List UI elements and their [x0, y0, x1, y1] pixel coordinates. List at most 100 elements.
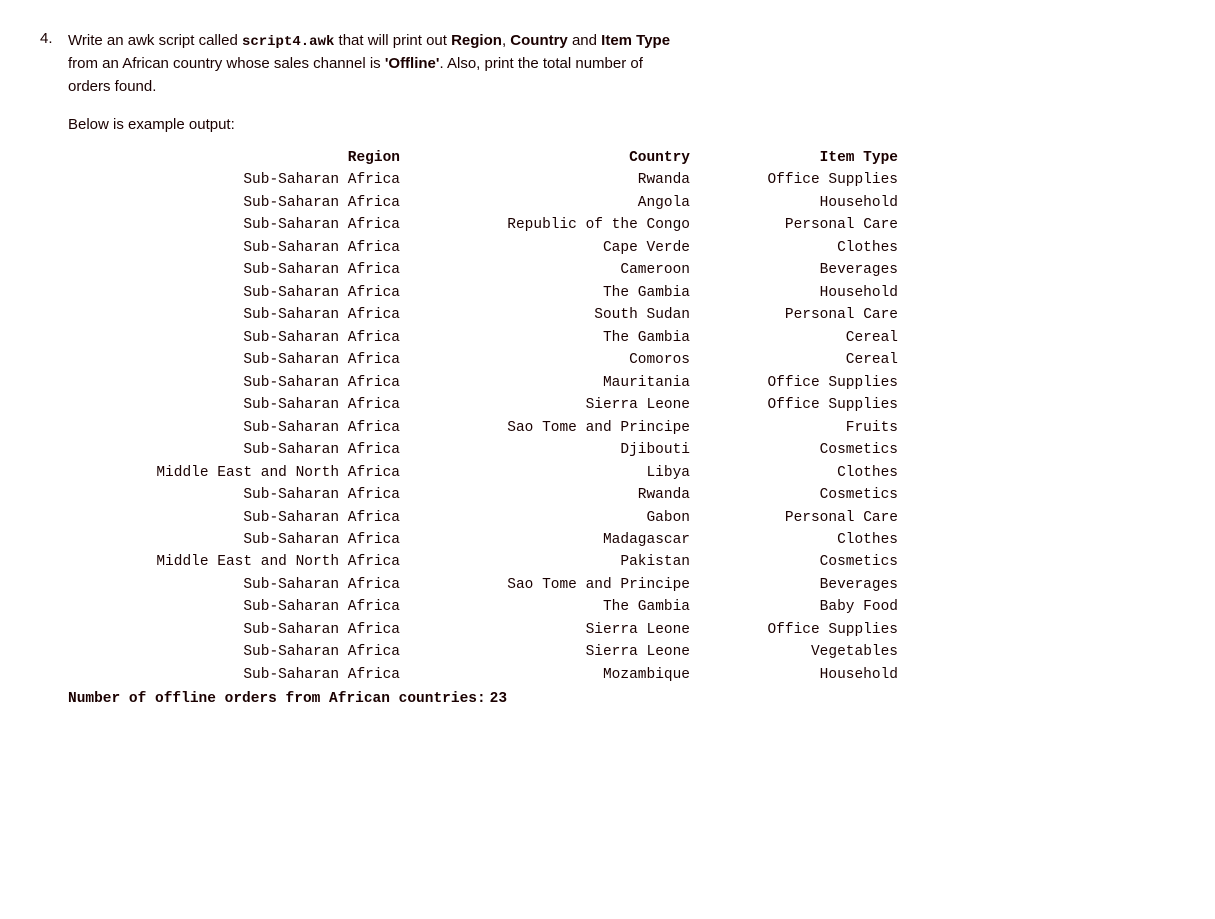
header-region: Region: [68, 147, 408, 169]
cell-region: Sub-Saharan Africa: [68, 417, 408, 439]
table-row: Sub-Saharan AfricaMozambiqueHousehold: [68, 664, 1175, 686]
cell-region: Sub-Saharan Africa: [68, 596, 408, 618]
cell-region: Middle East and North Africa: [68, 551, 408, 573]
cell-country: Cameroon: [408, 259, 698, 281]
cell-region: Sub-Saharan Africa: [68, 507, 408, 529]
cell-item-type: Household: [698, 282, 898, 304]
cell-country: The Gambia: [408, 596, 698, 618]
cell-item-type: Cosmetics: [698, 551, 898, 573]
cell-item-type: Cosmetics: [698, 439, 898, 461]
table-row: Sub-Saharan AfricaMadagascarClothes: [68, 529, 1175, 551]
header-country: Country: [408, 147, 698, 169]
table-row: Sub-Saharan AfricaRepublic of the CongoP…: [68, 214, 1175, 236]
table-row: Sub-Saharan AfricaComorosCereal: [68, 349, 1175, 371]
table-row: Sub-Saharan AfricaRwandaCosmetics: [68, 484, 1175, 506]
cell-region: Sub-Saharan Africa: [68, 192, 408, 214]
cell-region: Sub-Saharan Africa: [68, 349, 408, 371]
cell-region: Sub-Saharan Africa: [68, 664, 408, 686]
cell-country: Madagascar: [408, 529, 698, 551]
cell-item-type: Beverages: [698, 574, 898, 596]
question-number: 4.: [40, 30, 68, 47]
header-item-type: Item Type: [698, 147, 898, 169]
cell-item-type: Cereal: [698, 327, 898, 349]
cell-region: Sub-Saharan Africa: [68, 259, 408, 281]
cell-region: Sub-Saharan Africa: [68, 439, 408, 461]
cell-item-type: Office Supplies: [698, 169, 898, 191]
cell-item-type: Fruits: [698, 417, 898, 439]
table-row: Sub-Saharan AfricaCape VerdeClothes: [68, 237, 1175, 259]
question-block: 4. Write an awk script called script4.aw…: [40, 30, 1175, 711]
data-rows-container: Sub-Saharan AfricaRwandaOffice SuppliesS…: [68, 169, 1175, 686]
cell-country: Djibouti: [408, 439, 698, 461]
cell-region: Sub-Saharan Africa: [68, 641, 408, 663]
question-header: 4. Write an awk script called script4.aw…: [40, 30, 1175, 98]
cell-item-type: Personal Care: [698, 507, 898, 529]
cell-item-type: Clothes: [698, 529, 898, 551]
cell-item-type: Baby Food: [698, 596, 898, 618]
summary-row: Number of offline orders from African co…: [68, 688, 1175, 710]
cell-item-type: Household: [698, 664, 898, 686]
cell-item-type: Vegetables: [698, 641, 898, 663]
cell-country: Rwanda: [408, 484, 698, 506]
summary-count: 23: [490, 688, 507, 710]
cell-region: Sub-Saharan Africa: [68, 574, 408, 596]
cell-region: Sub-Saharan Africa: [68, 484, 408, 506]
cell-country: Pakistan: [408, 551, 698, 573]
table-row: Middle East and North AfricaPakistanCosm…: [68, 551, 1175, 573]
table-row: Sub-Saharan AfricaThe GambiaHousehold: [68, 282, 1175, 304]
cell-item-type: Household: [698, 192, 898, 214]
bold-offline: 'Offline': [385, 55, 440, 72]
cell-item-type: Personal Care: [698, 304, 898, 326]
cell-country: Mauritania: [408, 372, 698, 394]
table-row: Sub-Saharan AfricaThe GambiaCereal: [68, 327, 1175, 349]
cell-region: Sub-Saharan Africa: [68, 394, 408, 416]
bold-country: Country: [510, 32, 568, 49]
cell-country: Sao Tome and Principe: [408, 574, 698, 596]
cell-country: Sao Tome and Principe: [408, 417, 698, 439]
table-header: Region Country Item Type: [68, 147, 1175, 169]
cell-country: Gabon: [408, 507, 698, 529]
example-label: Below is example output:: [68, 116, 1175, 133]
table-row: Sub-Saharan AfricaThe GambiaBaby Food: [68, 596, 1175, 618]
table-row: Sub-Saharan AfricaSierra LeoneVegetables: [68, 641, 1175, 663]
cell-country: The Gambia: [408, 282, 698, 304]
cell-country: The Gambia: [408, 327, 698, 349]
table-row: Sub-Saharan AfricaRwandaOffice Supplies: [68, 169, 1175, 191]
cell-region: Sub-Saharan Africa: [68, 169, 408, 191]
cell-country: Rwanda: [408, 169, 698, 191]
cell-region: Sub-Saharan Africa: [68, 327, 408, 349]
output-table: Region Country Item Type Sub-Saharan Afr…: [68, 147, 1175, 711]
cell-country: Cape Verde: [408, 237, 698, 259]
bold-item-type: Item Type: [601, 32, 670, 49]
cell-country: Sierra Leone: [408, 641, 698, 663]
table-row: Sub-Saharan AfricaSao Tome and PrincipeB…: [68, 574, 1175, 596]
table-row: Middle East and North AfricaLibyaClothes: [68, 462, 1175, 484]
table-row: Sub-Saharan AfricaGabonPersonal Care: [68, 507, 1175, 529]
cell-country: Sierra Leone: [408, 619, 698, 641]
cell-country: South Sudan: [408, 304, 698, 326]
cell-item-type: Cereal: [698, 349, 898, 371]
table-row: Sub-Saharan AfricaSierra LeoneOffice Sup…: [68, 394, 1175, 416]
cell-country: Republic of the Congo: [408, 214, 698, 236]
cell-item-type: Clothes: [698, 237, 898, 259]
cell-country: Angola: [408, 192, 698, 214]
cell-item-type: Cosmetics: [698, 484, 898, 506]
cell-country: Mozambique: [408, 664, 698, 686]
cell-item-type: Office Supplies: [698, 619, 898, 641]
summary-label: Number of offline orders from African co…: [68, 688, 486, 710]
table-row: Sub-Saharan AfricaDjiboutiCosmetics: [68, 439, 1175, 461]
table-row: Sub-Saharan AfricaSierra LeoneOffice Sup…: [68, 619, 1175, 641]
table-row: Sub-Saharan AfricaCameroonBeverages: [68, 259, 1175, 281]
cell-item-type: Personal Care: [698, 214, 898, 236]
cell-country: Comoros: [408, 349, 698, 371]
bold-region: Region: [451, 32, 502, 49]
cell-region: Sub-Saharan Africa: [68, 372, 408, 394]
cell-region: Sub-Saharan Africa: [68, 282, 408, 304]
table-row: Sub-Saharan AfricaMauritaniaOffice Suppl…: [68, 372, 1175, 394]
question-text: Write an awk script called script4.awk t…: [68, 30, 670, 98]
table-row: Sub-Saharan AfricaAngolaHousehold: [68, 192, 1175, 214]
cell-country: Libya: [408, 462, 698, 484]
cell-item-type: Beverages: [698, 259, 898, 281]
cell-country: Sierra Leone: [408, 394, 698, 416]
cell-item-type: Office Supplies: [698, 394, 898, 416]
